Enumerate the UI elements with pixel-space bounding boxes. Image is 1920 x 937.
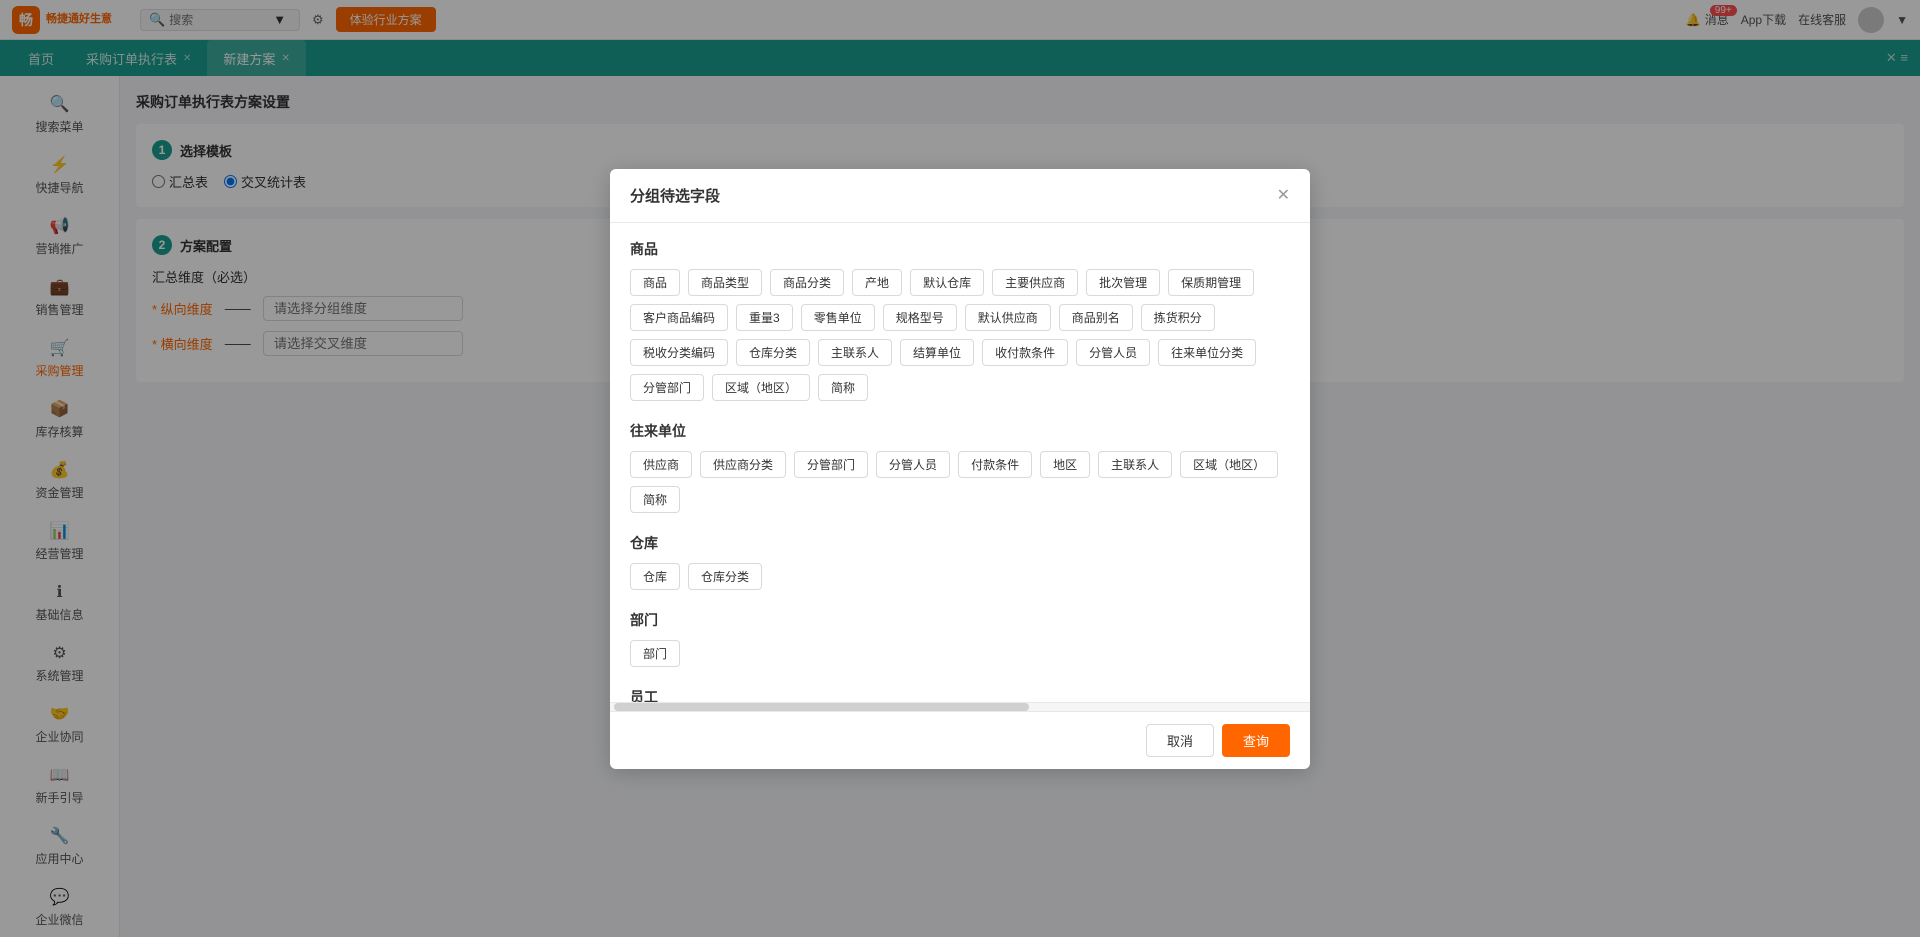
hscroll-thumb[interactable] xyxy=(614,703,1029,711)
field-tag[interactable]: 往来单位分类 xyxy=(1158,339,1256,366)
section-partner-title: 往来单位 xyxy=(630,421,1290,441)
section-staff-title: 员工 xyxy=(630,687,1290,702)
section-staff: 员工 业务员 xyxy=(630,687,1290,702)
section-goods-title: 商品 xyxy=(630,239,1290,259)
field-tag[interactable]: 默认供应商 xyxy=(965,304,1051,331)
section-warehouse: 仓库 仓库 仓库分类 xyxy=(630,533,1290,590)
field-tag[interactable]: 产地 xyxy=(852,269,902,296)
field-tag[interactable]: 收付款条件 xyxy=(982,339,1068,366)
confirm-button[interactable]: 查询 xyxy=(1222,724,1290,757)
field-select-modal: 分组待选字段 ✕ 商品 商品 商品类型 商品分类 产地 默认仓库 主要供应商 批… xyxy=(610,169,1310,769)
field-tag[interactable]: 重量3 xyxy=(736,304,793,331)
section-dept: 部门 部门 xyxy=(630,610,1290,667)
modal-body: 商品 商品 商品类型 商品分类 产地 默认仓库 主要供应商 批次管理 保质期管理… xyxy=(610,223,1310,702)
field-tag[interactable]: 默认仓库 xyxy=(910,269,984,296)
field-tag[interactable]: 供应商 xyxy=(630,451,692,478)
field-tag[interactable]: 批次管理 xyxy=(1086,269,1160,296)
section-partner-grid: 供应商 供应商分类 分管部门 分管人员 付款条件 地区 主联系人 区域（地区） … xyxy=(630,451,1290,513)
field-tag[interactable]: 区域（地区） xyxy=(1180,451,1278,478)
field-tag[interactable]: 仓库分类 xyxy=(736,339,810,366)
field-tag[interactable]: 客户商品编码 xyxy=(630,304,728,331)
field-tag[interactable]: 仓库 xyxy=(630,563,680,590)
section-warehouse-title: 仓库 xyxy=(630,533,1290,553)
modal-footer: 取消 查询 xyxy=(610,711,1310,769)
field-tag[interactable]: 主联系人 xyxy=(818,339,892,366)
field-tag[interactable]: 主联系人 xyxy=(1098,451,1172,478)
section-warehouse-grid: 仓库 仓库分类 xyxy=(630,563,1290,590)
field-tag[interactable]: 拣货积分 xyxy=(1141,304,1215,331)
cancel-button[interactable]: 取消 xyxy=(1146,724,1214,757)
section-goods-grid: 商品 商品类型 商品分类 产地 默认仓库 主要供应商 批次管理 保质期管理 客户… xyxy=(630,269,1290,401)
field-tag[interactable]: 分管部门 xyxy=(794,451,868,478)
section-partner: 往来单位 供应商 供应商分类 分管部门 分管人员 付款条件 地区 主联系人 区域… xyxy=(630,421,1290,513)
modal-close-btn[interactable]: ✕ xyxy=(1277,185,1290,205)
field-tag[interactable]: 简称 xyxy=(630,486,680,513)
field-tag[interactable]: 商品别名 xyxy=(1059,304,1133,331)
field-tag[interactable]: 付款条件 xyxy=(958,451,1032,478)
field-tag[interactable]: 部门 xyxy=(630,640,680,667)
field-tag[interactable]: 商品类型 xyxy=(688,269,762,296)
modal-header: 分组待选字段 ✕ xyxy=(610,169,1310,223)
field-tag[interactable]: 商品分类 xyxy=(770,269,844,296)
field-tag[interactable]: 商品 xyxy=(630,269,680,296)
field-tag[interactable]: 仓库分类 xyxy=(688,563,762,590)
field-tag[interactable]: 简称 xyxy=(818,374,868,401)
field-tag[interactable]: 规格型号 xyxy=(883,304,957,331)
section-goods: 商品 商品 商品类型 商品分类 产地 默认仓库 主要供应商 批次管理 保质期管理… xyxy=(630,239,1290,401)
field-tag[interactable]: 零售单位 xyxy=(801,304,875,331)
section-dept-title: 部门 xyxy=(630,610,1290,630)
modal-title: 分组待选字段 xyxy=(630,185,720,206)
field-tag[interactable]: 保质期管理 xyxy=(1168,269,1254,296)
field-tag[interactable]: 税收分类编码 xyxy=(630,339,728,366)
field-tag[interactable]: 主要供应商 xyxy=(992,269,1078,296)
field-tag[interactable]: 分管人员 xyxy=(876,451,950,478)
section-dept-grid: 部门 xyxy=(630,640,1290,667)
modal-overlay[interactable]: 分组待选字段 ✕ 商品 商品 商品类型 商品分类 产地 默认仓库 主要供应商 批… xyxy=(0,0,1920,937)
field-tag[interactable]: 供应商分类 xyxy=(700,451,786,478)
field-tag[interactable]: 区域（地区） xyxy=(712,374,810,401)
field-tag[interactable]: 结算单位 xyxy=(900,339,974,366)
field-tag[interactable]: 分管部门 xyxy=(630,374,704,401)
field-tag[interactable]: 地区 xyxy=(1040,451,1090,478)
modal-hscroll[interactable] xyxy=(610,702,1310,711)
field-tag[interactable]: 分管人员 xyxy=(1076,339,1150,366)
